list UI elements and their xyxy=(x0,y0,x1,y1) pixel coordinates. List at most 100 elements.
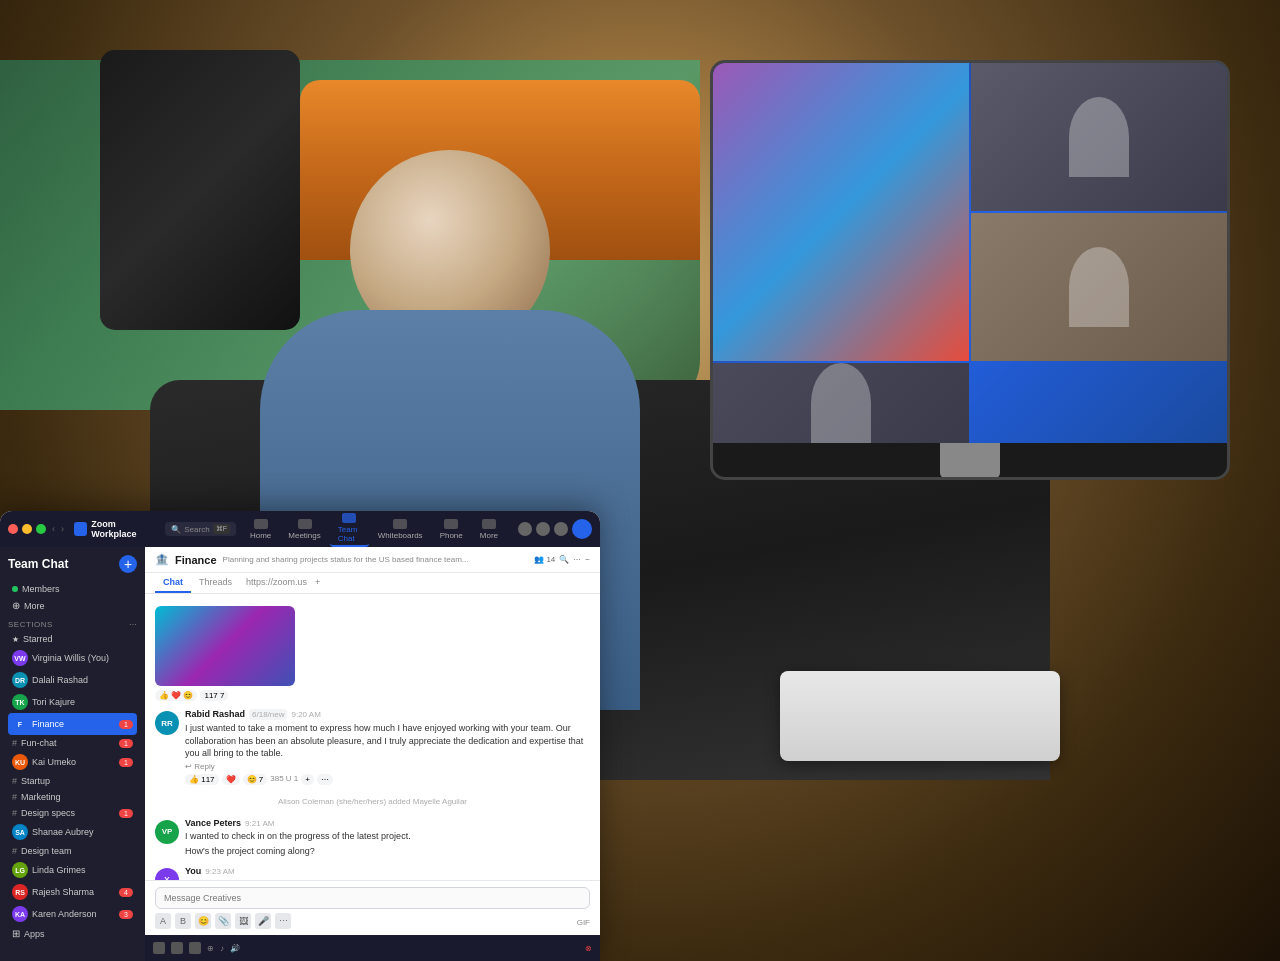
attach-button[interactable]: 📎 xyxy=(215,913,231,929)
rashad-avatar: RR xyxy=(155,711,179,735)
nav-back-icon[interactable]: ‹ xyxy=(52,524,55,534)
bottombar-icon-2[interactable] xyxy=(171,942,183,954)
sidebar-item-dalali[interactable]: DR Dalali Rashad xyxy=(8,669,137,691)
nav-meetings[interactable]: Meetings xyxy=(280,517,328,542)
video-cell-3 xyxy=(971,213,1227,361)
user-avatar[interactable] xyxy=(572,519,592,539)
sidebar-item-starred[interactable]: Starred xyxy=(8,631,137,647)
sidebar-item-fun-chat[interactable]: Fun-chat 1 xyxy=(8,735,137,751)
nav-home[interactable]: Home xyxy=(242,517,279,542)
karen-avatar: KA xyxy=(12,906,28,922)
video-cell-1 xyxy=(713,63,969,361)
app-name: Zoom Workplace xyxy=(91,519,159,539)
more-toolbar-button[interactable]: ⋯ xyxy=(275,913,291,929)
emoji-button[interactable]: 😊 xyxy=(195,913,211,929)
video-cell-2 xyxy=(971,63,1227,211)
nav-phone[interactable]: Phone xyxy=(432,517,471,542)
sidebar-item-members[interactable]: Members xyxy=(8,581,137,597)
settings-icon[interactable] xyxy=(536,522,550,536)
zoom-logo-box xyxy=(74,522,87,536)
msg-time-you-1: 9:23 AM xyxy=(205,867,234,876)
finance-badge: 1 xyxy=(119,720,133,729)
sidebar-item-startup[interactable]: Startup xyxy=(8,773,137,789)
channel-icon: 🏦 xyxy=(155,553,169,566)
sidebar-item-karen[interactable]: KA Karen Anderson 3 xyxy=(8,903,137,925)
search-chat-button[interactable]: 🔍 xyxy=(559,555,569,564)
sidebar-item-tori[interactable]: TK Tori Kajure xyxy=(8,691,137,713)
marketing-name: Marketing xyxy=(21,792,61,802)
add-reaction[interactable]: + xyxy=(301,774,314,785)
nav-phone-label: Phone xyxy=(440,531,463,540)
search-label: Search xyxy=(184,525,209,534)
fun-chat-name: Fun-chat xyxy=(21,738,57,748)
more-options-button[interactable]: ⋯ xyxy=(573,555,581,564)
members-count[interactable]: 👥 14 xyxy=(534,555,555,564)
sidebar-item-design-team[interactable]: Design team xyxy=(8,843,137,859)
reaction-smile[interactable]: 😊 7 xyxy=(243,774,268,785)
nav-more[interactable]: More xyxy=(472,517,506,542)
sidebar-item-apps[interactable]: ⊞ Apps xyxy=(8,925,137,942)
audio-button[interactable]: 🎤 xyxy=(255,913,271,929)
sidebar-item-design-specs[interactable]: Design specs 1 xyxy=(8,805,137,821)
nav-team-chat[interactable]: Team Chat xyxy=(330,511,369,547)
message-input[interactable] xyxy=(155,887,590,909)
gif-icon[interactable]: GIF xyxy=(577,918,590,927)
finance-avatar: F xyxy=(12,716,28,732)
pencil-icon[interactable] xyxy=(554,522,568,536)
sidebar-item-shanae[interactable]: SA Shanae Aubrey xyxy=(8,821,137,843)
close-button[interactable] xyxy=(8,524,18,534)
app-bottombar: ⊕ ♪ 🔊 ⊗ xyxy=(145,935,600,961)
maximize-button[interactable] xyxy=(36,524,46,534)
channel-link[interactable]: https://zoom.us xyxy=(240,573,313,593)
message-group-image: 👍 ❤️ 😊 117 7 xyxy=(155,602,590,701)
reaction-thumbsup[interactable]: 👍 ❤️ 😊 xyxy=(155,690,197,701)
sidebar-item-linda[interactable]: LG Linda Grimes xyxy=(8,859,137,881)
reaction-like[interactable]: 👍 117 xyxy=(185,774,219,785)
rajesh-avatar: RS xyxy=(12,884,28,900)
sidebar-item-virginia[interactable]: VW Virginia Willis (You) xyxy=(8,647,137,669)
sidebar-section-top: Members ⊕ More xyxy=(0,577,145,616)
chair xyxy=(100,50,300,330)
reaction-heart[interactable]: ❤️ xyxy=(222,774,240,785)
minimize-chat-button[interactable]: − xyxy=(585,555,590,564)
nav-whiteboards[interactable]: Whiteboards xyxy=(370,517,431,542)
text-format-button[interactable]: A xyxy=(155,913,171,929)
channel-name: Finance xyxy=(175,554,217,566)
tab-threads[interactable]: Threads xyxy=(191,573,240,593)
bell-icon[interactable] xyxy=(518,522,532,536)
link-more-icon[interactable]: + xyxy=(313,573,322,593)
bottombar-icon-3[interactable] xyxy=(189,942,201,954)
rashad-reactions: 👍 117 ❤️ 😊 7 385 U 1 + ⋯ xyxy=(185,774,590,785)
reply-button-rashad[interactable]: ↩ Reply xyxy=(185,762,215,771)
more-actions[interactable]: ⋯ xyxy=(317,774,333,785)
search-icon: 🔍 xyxy=(171,525,181,534)
chat-header-actions: 👥 14 🔍 ⋯ − xyxy=(534,555,590,564)
image-button[interactable]: 🖼 xyxy=(235,913,251,929)
bottombar-icon-1[interactable] xyxy=(153,942,165,954)
sidebar-item-marketing[interactable]: Marketing xyxy=(8,789,137,805)
keyboard xyxy=(780,671,1060,761)
linda-avatar: LG xyxy=(12,862,28,878)
sidebar-item-rajesh[interactable]: RS Rajesh Sharma 4 xyxy=(8,881,137,903)
msg-header-you-1: You 9:23 AM xyxy=(185,866,590,876)
sidebar-item-more[interactable]: ⊕ More xyxy=(8,597,137,614)
nav-meetings-label: Meetings xyxy=(288,531,320,540)
more-label: More xyxy=(24,601,45,611)
tab-chat[interactable]: Chat xyxy=(155,573,191,593)
filter-icon[interactable]: ⋯ xyxy=(129,620,138,629)
sidebar-add-button[interactable]: + xyxy=(119,555,137,573)
online-dot xyxy=(12,586,18,592)
starred-label: Starred xyxy=(23,634,53,644)
hash-icon-dteam xyxy=(12,846,17,856)
bold-button[interactable]: B xyxy=(175,913,191,929)
sidebar-item-finance[interactable]: F Finance 1 xyxy=(8,713,137,735)
msg-text-vance-2: How's the project coming along? xyxy=(185,845,590,858)
search-bar[interactable]: 🔍 Search ⌘F xyxy=(165,522,236,536)
bottombar-end-icon[interactable]: ⊗ xyxy=(585,944,592,953)
bottombar-left: ⊕ ♪ 🔊 xyxy=(153,942,240,954)
sidebar-item-kai[interactable]: KU Kai Umeko 1 xyxy=(8,751,137,773)
minimize-button[interactable] xyxy=(22,524,32,534)
nav-forward-icon[interactable]: › xyxy=(61,524,64,534)
dalali-avatar: DR xyxy=(12,672,28,688)
kai-name: Kai Umeko xyxy=(32,757,76,767)
